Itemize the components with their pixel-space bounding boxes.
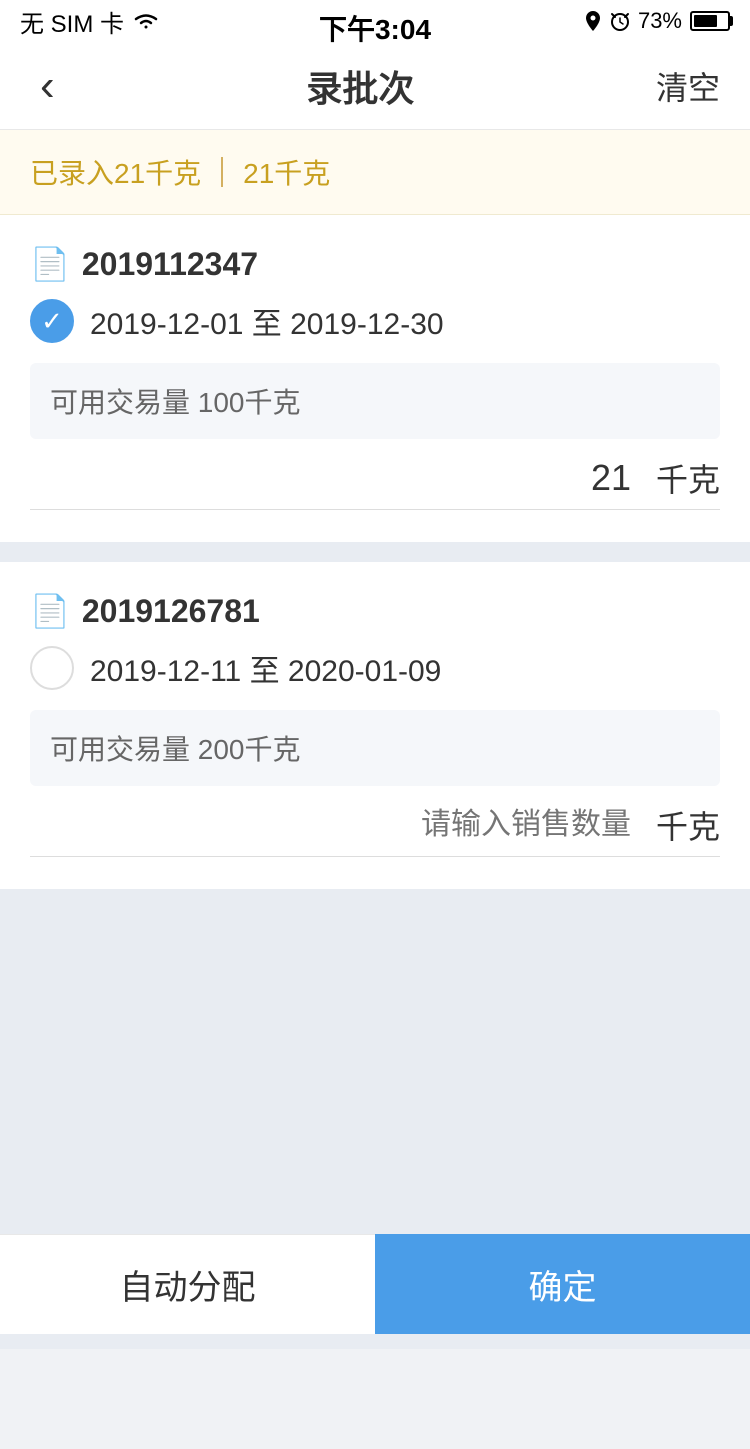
- batch-card-1: 📄 2019112347 ✓ 2019-12-01 至 2019-12-30 可…: [0, 215, 750, 439]
- available-qty-2: 可用交易量 200千克: [30, 710, 720, 786]
- batch-id-2: 2019126781: [82, 593, 260, 630]
- qty-input-1[interactable]: [486, 457, 646, 499]
- summary-amount: 21千克: [243, 152, 330, 192]
- batch-date-2: 2019-12-11 至 2020-01-09: [90, 646, 441, 690]
- clear-button[interactable]: 清空: [656, 63, 720, 109]
- batch-card-2: 📄 2019126781 2019-12-11 至 2020-01-09 可用交…: [0, 562, 750, 786]
- qty-divider-2: [30, 856, 720, 857]
- radio-button-2[interactable]: [30, 646, 74, 690]
- footer: 自动分配 确定: [0, 1234, 750, 1334]
- batch-header-2: 📄 2019126781: [30, 592, 720, 630]
- qty-input-wrapper-1: 千克: [0, 439, 750, 542]
- summary-bar: 已录入21千克 21千克: [0, 130, 750, 215]
- batch-icon-2: 📄: [30, 592, 70, 630]
- batch-icon-1: 📄: [30, 245, 70, 283]
- qty-input-2[interactable]: [366, 808, 646, 842]
- check-icon-1: ✓: [41, 306, 63, 337]
- qty-divider-1: [30, 509, 720, 510]
- batch-header-1: 📄 2019112347: [30, 245, 720, 283]
- qty-unit-2: 千克: [656, 802, 720, 848]
- status-time: 下午3:04: [319, 8, 431, 48]
- batch-id-1: 2019112347: [82, 246, 258, 283]
- section-separator: [0, 542, 750, 562]
- summary-recorded: 已录入21千克: [30, 152, 201, 192]
- confirm-button[interactable]: 确定: [375, 1234, 750, 1334]
- status-right: 73%: [584, 8, 730, 34]
- location-icon: [584, 10, 602, 32]
- batch-date-row-1[interactable]: ✓ 2019-12-01 至 2019-12-30: [30, 299, 720, 343]
- wifi-icon: [132, 11, 160, 31]
- batch-date-1: 2019-12-01 至 2019-12-30: [90, 299, 444, 343]
- qty-input-wrapper-2: 千克: [0, 786, 750, 889]
- battery-icon: [690, 11, 730, 31]
- qty-unit-1: 千克: [656, 455, 720, 501]
- batch-date-row-2[interactable]: 2019-12-11 至 2020-01-09: [30, 646, 720, 690]
- auto-distribute-button[interactable]: 自动分配: [0, 1234, 375, 1334]
- page-title: 录批次: [306, 60, 414, 112]
- summary-divider: [221, 157, 223, 187]
- qty-input-line-2: 千克: [0, 786, 750, 856]
- battery-percent: 73%: [638, 8, 682, 34]
- radio-button-1[interactable]: ✓: [30, 299, 74, 343]
- alarm-icon: [610, 10, 630, 32]
- nav-bar: ‹ 录批次 清空: [0, 42, 750, 130]
- status-carrier: 无 SIM 卡: [20, 4, 160, 39]
- qty-input-line-1: 千克: [0, 439, 750, 509]
- available-qty-1: 可用交易量 100千克: [30, 363, 720, 439]
- back-button[interactable]: ‹: [30, 51, 65, 121]
